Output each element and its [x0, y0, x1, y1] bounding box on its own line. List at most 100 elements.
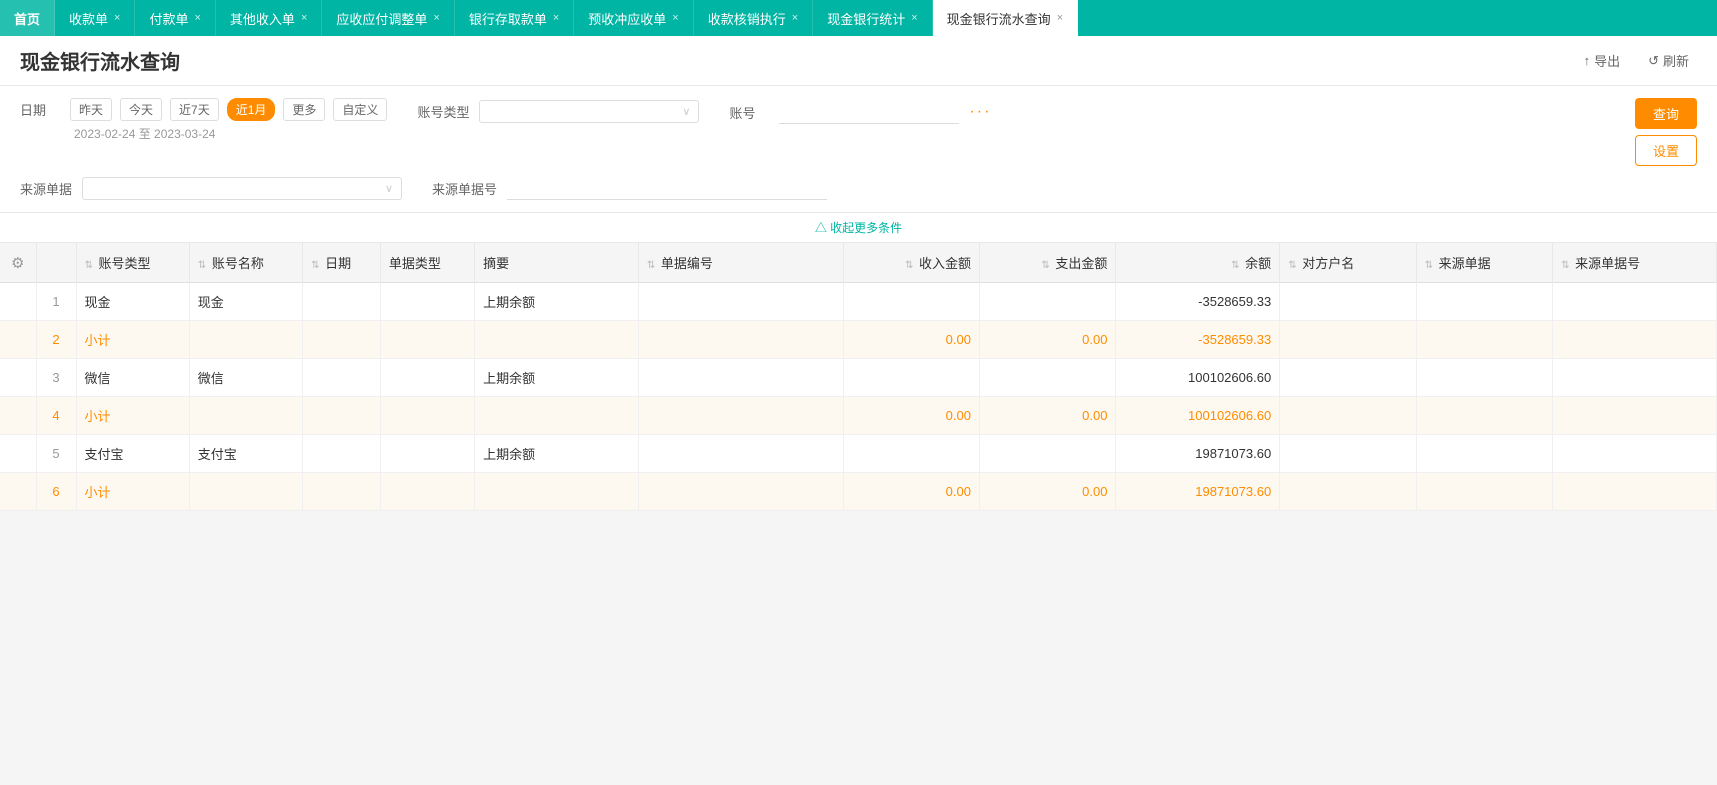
nav-item-payment[interactable]: 付款单 ×	[135, 0, 215, 36]
source-doc-select[interactable]: ∨	[82, 177, 402, 200]
nav-close-receipt-verify[interactable]: ×	[792, 12, 798, 24]
nav-close-cash-bank-stat[interactable]: ×	[911, 12, 917, 24]
cell-balance: -3528659.33	[1116, 321, 1280, 359]
cell-settings	[0, 435, 36, 473]
col-account-type-label: 账号类型	[99, 256, 151, 271]
nav-item-home-label: 首页	[14, 9, 40, 28]
nav-close-prepay-offset[interactable]: ×	[672, 12, 678, 24]
nav-item-ar-ap-adjust[interactable]: 应收应付调整单 ×	[322, 0, 454, 36]
cell-settings	[0, 397, 36, 435]
cell-doc-no	[638, 283, 843, 321]
nav-label-payment: 付款单	[149, 9, 188, 28]
cell-doc-no	[638, 359, 843, 397]
sort-icon-account-type[interactable]: ⇅	[85, 260, 93, 271]
cell-doc-type	[380, 283, 474, 321]
col-counterpart-label: 对方户名	[1302, 256, 1354, 271]
sort-icon-source-doc-no[interactable]: ⇅	[1561, 260, 1569, 271]
top-navigation: 首页 收款单 × 付款单 × 其他收入单 × 应收应付调整单 × 银行存取款单 …	[0, 0, 1717, 36]
date-btn-more[interactable]: 更多	[283, 98, 325, 121]
sort-icon-balance[interactable]: ⇅	[1231, 260, 1239, 271]
nav-close-cash-bank-query[interactable]: ×	[1057, 12, 1063, 24]
table-row[interactable]: 4小计0.000.00100102606.60	[0, 397, 1717, 435]
source-doc-no-label: 来源单据号	[432, 179, 497, 198]
sort-icon-doc-no[interactable]: ⇅	[647, 260, 655, 271]
date-btn-custom[interactable]: 自定义	[333, 98, 387, 121]
settings-button[interactable]: 设置	[1635, 135, 1697, 166]
sort-icon-date[interactable]: ⇅	[311, 260, 319, 271]
date-filter-label: 日期	[20, 100, 60, 119]
cell-doc-type	[380, 473, 474, 511]
cell-doc-type	[380, 397, 474, 435]
source-doc-no-input[interactable]	[507, 176, 827, 200]
export-label: 导出	[1594, 51, 1620, 70]
cell-source-doc-no	[1553, 473, 1717, 511]
table-row[interactable]: 2小计0.000.00-3528659.33	[0, 321, 1717, 359]
nav-close-receipt[interactable]: ×	[114, 12, 120, 24]
nav-item-prepay-offset[interactable]: 预收冲应收单 ×	[574, 0, 693, 36]
col-expense: ⇅ 支出金额	[979, 243, 1115, 283]
cell-source-doc-no	[1553, 397, 1717, 435]
cell-date	[303, 397, 381, 435]
cell-doc-no	[638, 473, 843, 511]
nav-close-payment[interactable]: ×	[194, 12, 200, 24]
cell-source-doc	[1416, 473, 1552, 511]
cell-counterpart	[1280, 283, 1416, 321]
source-doc-label: 来源单据	[20, 179, 72, 198]
table-row[interactable]: 5支付宝支付宝上期余额19871073.60	[0, 435, 1717, 473]
table-row[interactable]: 3微信微信上期余额100102606.60	[0, 359, 1717, 397]
query-button[interactable]: 查询	[1635, 98, 1697, 129]
nav-item-home[interactable]: 首页	[0, 0, 55, 36]
export-button[interactable]: ↑ 导出	[1576, 47, 1629, 74]
filter-area: 日期 昨天 今天 近7天 近1月 更多 自定义 2023-02-24 至 202…	[0, 86, 1717, 213]
nav-close-ar-ap-adjust[interactable]: ×	[433, 12, 439, 24]
col-account-name-label: 账号名称	[212, 256, 264, 271]
cell-doc-type	[380, 359, 474, 397]
nav-close-bank-deposit[interactable]: ×	[553, 12, 559, 24]
nav-item-other-income[interactable]: 其他收入单 ×	[216, 0, 322, 36]
account-type-label: 账号类型	[417, 102, 469, 121]
account-more-button[interactable]: ···	[969, 103, 991, 121]
cell-summary: 上期余额	[475, 359, 639, 397]
cell-row-num: 5	[36, 435, 76, 473]
table-row[interactable]: 6小计0.000.0019871073.60	[0, 473, 1717, 511]
sort-icon-source-doc[interactable]: ⇅	[1425, 260, 1433, 271]
nav-item-receipt-verify[interactable]: 收款核销执行 ×	[694, 0, 813, 36]
nav-label-prepay-offset: 预收冲应收单	[588, 9, 666, 28]
sort-icon-account-name[interactable]: ⇅	[198, 260, 206, 271]
cell-source-doc	[1416, 283, 1552, 321]
cell-settings	[0, 473, 36, 511]
nav-item-cash-bank-query[interactable]: 现金银行流水查询 ×	[933, 0, 1078, 36]
table-settings-icon[interactable]: ⚙	[11, 255, 24, 272]
table-row[interactable]: 1现金现金上期余额-3528659.33	[0, 283, 1717, 321]
cell-date	[303, 359, 381, 397]
date-btn-7days[interactable]: 近7天	[170, 98, 219, 121]
date-btn-yesterday[interactable]: 昨天	[70, 98, 112, 121]
nav-item-bank-deposit[interactable]: 银行存取款单 ×	[455, 0, 574, 36]
cell-date	[303, 473, 381, 511]
cell-counterpart	[1280, 473, 1416, 511]
col-account-name: ⇅ 账号名称	[189, 243, 302, 283]
refresh-button[interactable]: ↺ 刷新	[1640, 47, 1697, 74]
cell-summary: 上期余额	[475, 435, 639, 473]
collapse-label: 收起更多条件	[830, 221, 902, 235]
cell-doc-type	[380, 435, 474, 473]
cell-account-name	[189, 473, 302, 511]
nav-item-cash-bank-stat[interactable]: 现金银行统计 ×	[813, 0, 932, 36]
collapse-filter-bar[interactable]: △ 收起更多条件	[0, 213, 1717, 243]
nav-close-other-income[interactable]: ×	[301, 12, 307, 24]
date-btn-1month[interactable]: 近1月	[227, 98, 276, 121]
account-type-select[interactable]: ∨	[479, 100, 699, 123]
sort-icon-expense[interactable]: ⇅	[1041, 260, 1049, 271]
col-summary: 摘要	[475, 243, 639, 283]
cell-row-num: 3	[36, 359, 76, 397]
col-date: ⇅ 日期	[303, 243, 381, 283]
nav-item-receipt[interactable]: 收款单 ×	[55, 0, 135, 36]
sort-icon-income[interactable]: ⇅	[905, 260, 913, 271]
collapse-icon: △	[815, 221, 827, 235]
sort-icon-counterpart[interactable]: ⇅	[1288, 260, 1296, 271]
date-btn-today[interactable]: 今天	[120, 98, 162, 121]
date-options: 昨天 今天 近7天 近1月 更多 自定义	[70, 98, 387, 121]
cell-income	[843, 359, 979, 397]
cell-balance: 19871073.60	[1116, 435, 1280, 473]
account-input[interactable]	[779, 100, 959, 124]
